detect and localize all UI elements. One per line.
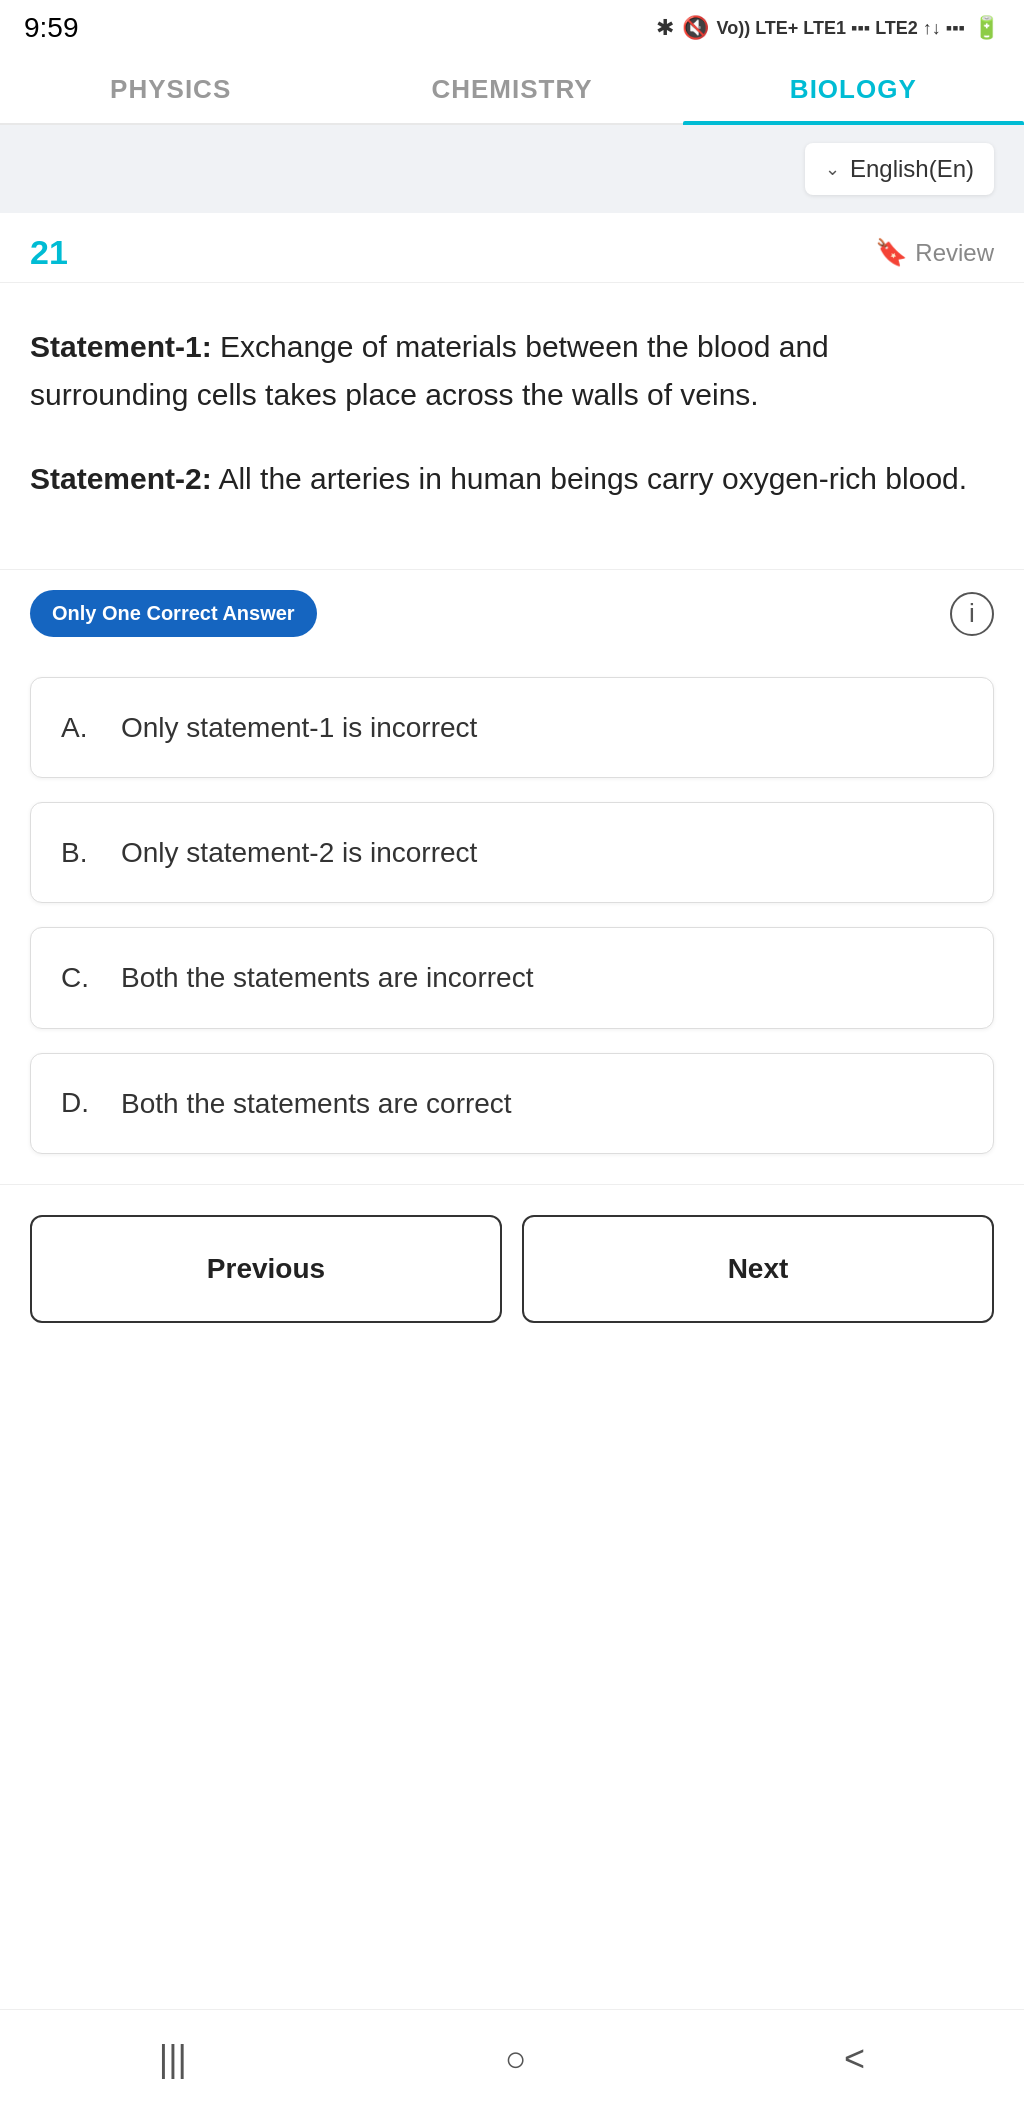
question-header: 21 🔖 Review	[0, 213, 1024, 283]
option-b-text: Only statement-2 is incorrect	[121, 833, 477, 872]
status-time: 9:59	[24, 12, 79, 44]
question-number: 21	[30, 233, 68, 272]
bookmark-icon: 🔖	[875, 237, 907, 268]
option-a[interactable]: A. Only statement-1 is incorrect	[30, 677, 994, 778]
back-icon[interactable]: <	[844, 2038, 865, 2080]
option-c[interactable]: C. Both the statements are incorrect	[30, 927, 994, 1028]
statement-1-bold: Statement-1:	[30, 330, 212, 363]
status-bar: 9:59 ✱ 🔇 Vo)) LTE+ LTE1 ▪▪▪ LTE2 ↑↓ ▪▪▪ …	[0, 0, 1024, 52]
option-c-letter: C.	[61, 962, 97, 994]
option-d-letter: D.	[61, 1087, 97, 1119]
language-bar: ⌄ English(En)	[0, 125, 1024, 213]
chevron-down-icon: ⌄	[825, 158, 840, 180]
language-selector[interactable]: ⌄ English(En)	[805, 143, 994, 195]
option-d-text: Both the statements are correct	[121, 1084, 512, 1123]
statement-2-bold: Statement-2:	[30, 462, 212, 495]
navigation-buttons: Previous Next	[0, 1184, 1024, 1353]
battery-icon: 🔋	[973, 15, 1000, 41]
next-button[interactable]: Next	[522, 1215, 994, 1323]
mute-icon: 🔇	[682, 15, 709, 41]
answer-type-badge[interactable]: Only One Correct Answer	[30, 590, 317, 637]
tab-physics[interactable]: PHYSICS	[0, 52, 341, 123]
option-a-text: Only statement-1 is incorrect	[121, 708, 477, 747]
statement-1: Statement-1: Exchange of materials betwe…	[30, 323, 994, 419]
previous-button[interactable]: Previous	[30, 1215, 502, 1323]
status-icons: ✱ 🔇 Vo)) LTE+ LTE1 ▪▪▪ LTE2 ↑↓ ▪▪▪ 🔋	[656, 15, 1000, 41]
bottom-nav-bar: ||| ○ <	[0, 2009, 1024, 2104]
review-button[interactable]: 🔖 Review	[875, 237, 994, 268]
language-label: English(En)	[850, 155, 974, 183]
tab-bar: PHYSICS CHEMISTRY BIOLOGY	[0, 52, 1024, 125]
answer-type-row: Only One Correct Answer i	[0, 569, 1024, 657]
statement-2-text: All the arteries in human beings carry o…	[212, 462, 967, 495]
option-b[interactable]: B. Only statement-2 is incorrect	[30, 802, 994, 903]
options-container: A. Only statement-1 is incorrect B. Only…	[0, 657, 1024, 1174]
menu-icon[interactable]: |||	[159, 2038, 187, 2080]
option-d[interactable]: D. Both the statements are correct	[30, 1053, 994, 1154]
statement-2: Statement-2: All the arteries in human b…	[30, 455, 994, 503]
option-c-text: Both the statements are incorrect	[121, 958, 533, 997]
option-a-letter: A.	[61, 712, 97, 744]
review-label: Review	[915, 239, 994, 267]
home-icon[interactable]: ○	[505, 2038, 527, 2080]
tab-chemistry[interactable]: CHEMISTRY	[341, 52, 682, 123]
question-content: Statement-1: Exchange of materials betwe…	[0, 283, 1024, 569]
tab-biology[interactable]: BIOLOGY	[683, 52, 1024, 123]
bluetooth-icon: ✱	[656, 15, 674, 41]
info-icon[interactable]: i	[950, 592, 994, 636]
signal-lte-icon: Vo)) LTE+ LTE1 ▪▪▪ LTE2 ↑↓ ▪▪▪	[717, 18, 965, 39]
option-b-letter: B.	[61, 837, 97, 869]
